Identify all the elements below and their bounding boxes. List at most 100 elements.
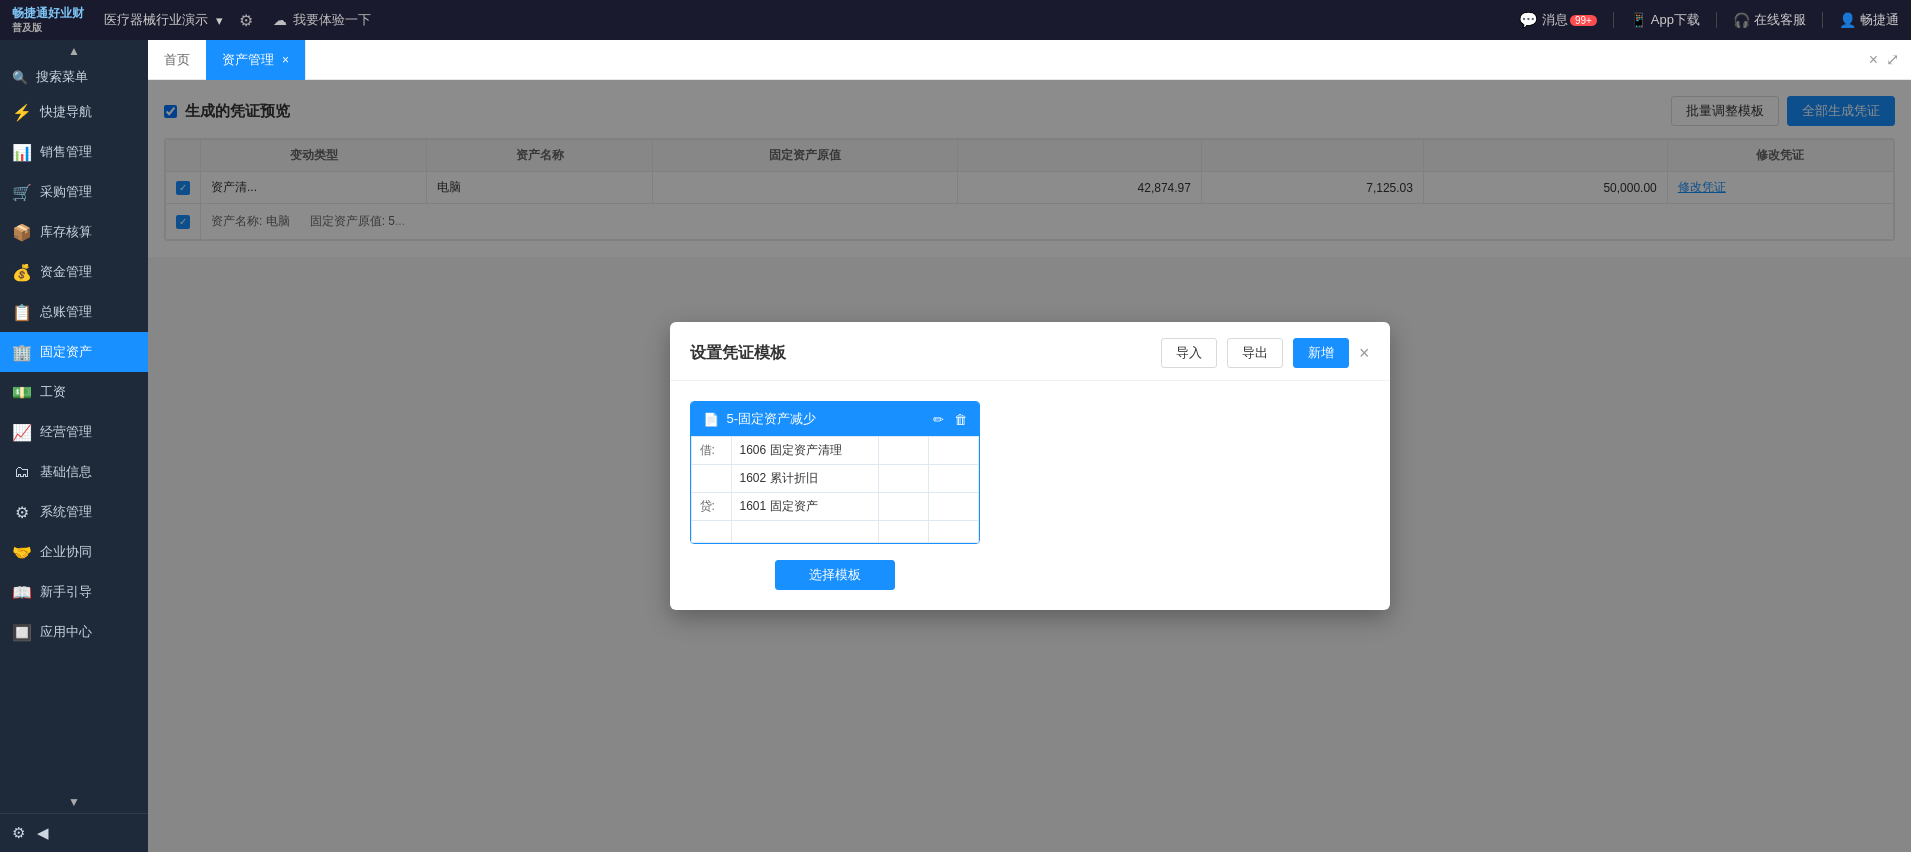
scroll-down-button[interactable]: ▼ <box>0 791 148 813</box>
trial-area: ☁ 我要体验一下 <box>273 11 371 29</box>
template-card-body: 借: 1606 固定资产清理 1602 累计折旧 <box>691 436 979 543</box>
page-content: 生成的凭证预览 批量调整模板 全部生成凭证 <box>148 80 1911 852</box>
sidebar: ▲ 🔍 搜索菜单 ⚡ 快捷导航 📊 销售管理 🛒 <box>0 40 148 852</box>
sidebar-item-label: 新手引导 <box>40 583 92 601</box>
sys-mgmt-icon: ⚙ <box>12 502 32 522</box>
logo-text: 畅捷通好业财 <box>12 6 84 22</box>
new-button[interactable]: 新增 <box>1293 338 1349 368</box>
content-area: 首页 资产管理 × × ⤢ 生成的凭证预览 <box>148 40 1911 852</box>
sidebar-item-label: 系统管理 <box>40 503 92 521</box>
collapse-icon[interactable]: ◀ <box>37 824 49 842</box>
user-name: 畅捷通 <box>1860 11 1899 29</box>
app-center-icon: 🔲 <box>12 622 32 642</box>
sidebar-item-label: 快捷导航 <box>40 103 92 121</box>
modal-close-icon[interactable]: × <box>1359 343 1370 364</box>
sidebar-item-label: 总账管理 <box>40 303 92 321</box>
search-label: 搜索菜单 <box>36 68 88 86</box>
divider <box>1613 12 1614 28</box>
window-close-icon[interactable]: × <box>1869 51 1878 69</box>
online-service-button[interactable]: 🎧 在线客服 <box>1733 11 1806 29</box>
divider2 <box>1716 12 1717 28</box>
modal-header: 设置凭证模板 导入 导出 新增 × <box>670 322 1390 381</box>
app-logo: 畅捷通好业财 普及版 <box>12 6 84 35</box>
sidebar-item-payroll[interactable]: 💵 工资 <box>0 372 148 412</box>
sidebar-item-enterprise[interactable]: 🤝 企业协同 <box>0 532 148 572</box>
sales-icon: 📊 <box>12 142 32 162</box>
import-button[interactable]: 导入 <box>1161 338 1217 368</box>
scroll-up-button[interactable]: ▲ <box>0 40 148 62</box>
sidebar-item-ledger[interactable]: 📋 总账管理 <box>0 292 148 332</box>
template-card-header: 📄 5-固定资产减少 ✏ 🗑 <box>691 402 979 436</box>
sidebar-item-app-center[interactable]: 🔲 应用中心 <box>0 612 148 652</box>
tab-bar: 首页 资产管理 × × ⤢ <box>148 40 1911 80</box>
messages-button[interactable]: 💬 消息 99+ <box>1519 11 1597 29</box>
base-info-icon: 🗂 <box>12 462 32 482</box>
sidebar-item-inventory[interactable]: 📦 库存核算 <box>0 212 148 252</box>
sidebar-item-label: 销售管理 <box>40 143 92 161</box>
modal-backdrop: 设置凭证模板 导入 导出 新增 × <box>148 80 1911 852</box>
finance-icon: 💰 <box>12 262 32 282</box>
template-row-1: 借: 1606 固定资产清理 <box>691 437 978 465</box>
template-card: 📄 5-固定资产减少 ✏ 🗑 <box>690 401 980 544</box>
company-name: 医疗器械行业演示 <box>104 11 208 29</box>
app-download-button[interactable]: 📱 App下载 <box>1630 11 1700 29</box>
sidebar-item-purchase[interactable]: 🛒 采购管理 <box>0 172 148 212</box>
user-area[interactable]: 👤 畅捷通 <box>1839 11 1899 29</box>
template-row-3: 贷: 1601 固定资产 <box>691 493 978 521</box>
top-bar-right: 💬 消息 99+ 📱 App下载 🎧 在线客服 👤 畅捷通 <box>1519 11 1899 29</box>
online-service-label: 在线客服 <box>1754 11 1806 29</box>
search-icon: 🔍 <box>12 70 28 85</box>
trial-text: 我要体验一下 <box>293 11 371 29</box>
sidebar-item-label: 工资 <box>40 383 66 401</box>
settings-icon[interactable]: ⚙ <box>239 11 253 30</box>
tab-home[interactable]: 首页 <box>148 51 206 69</box>
template-header-actions: ✏ 🗑 <box>933 412 967 427</box>
tab-home-label: 首页 <box>164 52 190 67</box>
messages-badge: 99+ <box>1570 15 1597 26</box>
sidebar-search[interactable]: 🔍 搜索菜单 <box>0 62 148 92</box>
logo-sub: 普及版 <box>12 21 84 34</box>
sidebar-item-label: 库存核算 <box>40 223 92 241</box>
sidebar-item-operations[interactable]: 📈 经营管理 <box>0 412 148 452</box>
sidebar-item-label: 采购管理 <box>40 183 92 201</box>
modal-title: 设置凭证模板 <box>690 343 786 364</box>
purchase-icon: 🛒 <box>12 182 32 202</box>
settings-bottom-icon[interactable]: ⚙ <box>12 824 25 842</box>
select-template-button[interactable]: 选择模板 <box>775 560 895 590</box>
sidebar-item-sys-mgmt[interactable]: ⚙ 系统管理 <box>0 492 148 532</box>
fixed-assets-icon: 🏢 <box>12 342 32 362</box>
sidebar-item-base-info[interactable]: 🗂 基础信息 <box>0 452 148 492</box>
template-delete-icon[interactable]: 🗑 <box>954 412 967 427</box>
sidebar-item-guide[interactable]: 📖 新手引导 <box>0 572 148 612</box>
company-selector[interactable]: 医疗器械行业演示 ▾ ⚙ <box>104 11 253 30</box>
sidebar-item-finance[interactable]: 💰 资金管理 <box>0 252 148 292</box>
enterprise-icon: 🤝 <box>12 542 32 562</box>
sidebar-item-sales[interactable]: 📊 销售管理 <box>0 132 148 172</box>
inventory-icon: 📦 <box>12 222 32 242</box>
export-button[interactable]: 导出 <box>1227 338 1283 368</box>
template-modal: 设置凭证模板 导入 导出 新增 × <box>670 322 1390 610</box>
guide-icon: 📖 <box>12 582 32 602</box>
sidebar-item-label: 企业协同 <box>40 543 92 561</box>
sidebar-item-fixed-assets[interactable]: 🏢 固定资产 <box>0 332 148 372</box>
dropdown-arrow-icon[interactable]: ▾ <box>216 13 223 28</box>
sidebar-item-label: 应用中心 <box>40 623 92 641</box>
template-row-2: 1602 累计折旧 <box>691 465 978 493</box>
payroll-icon: 💵 <box>12 382 32 402</box>
divider3 <box>1822 12 1823 28</box>
sidebar-item-label: 基础信息 <box>40 463 92 481</box>
window-maximize-icon[interactable]: ⤢ <box>1886 50 1899 69</box>
template-doc-icon: 📄 <box>703 412 719 427</box>
sidebar-bottom: ⚙ ◀ <box>0 813 148 852</box>
template-entries-table: 借: 1606 固定资产清理 1602 累计折旧 <box>691 436 979 543</box>
tab-asset-mgmt[interactable]: 资产管理 × <box>206 40 306 80</box>
template-name: 5-固定资产减少 <box>727 410 817 428</box>
modal-body: 📄 5-固定资产减少 ✏ 🗑 <box>670 381 1390 610</box>
template-edit-icon[interactable]: ✏ <box>933 412 944 427</box>
modal-header-actions: 导入 导出 新增 × <box>1161 338 1370 368</box>
tab-close-icon[interactable]: × <box>282 53 289 67</box>
sidebar-item-quick-nav[interactable]: ⚡ 快捷导航 <box>0 92 148 132</box>
operations-icon: 📈 <box>12 422 32 442</box>
ledger-icon: 📋 <box>12 302 32 322</box>
sidebar-item-label: 经营管理 <box>40 423 92 441</box>
